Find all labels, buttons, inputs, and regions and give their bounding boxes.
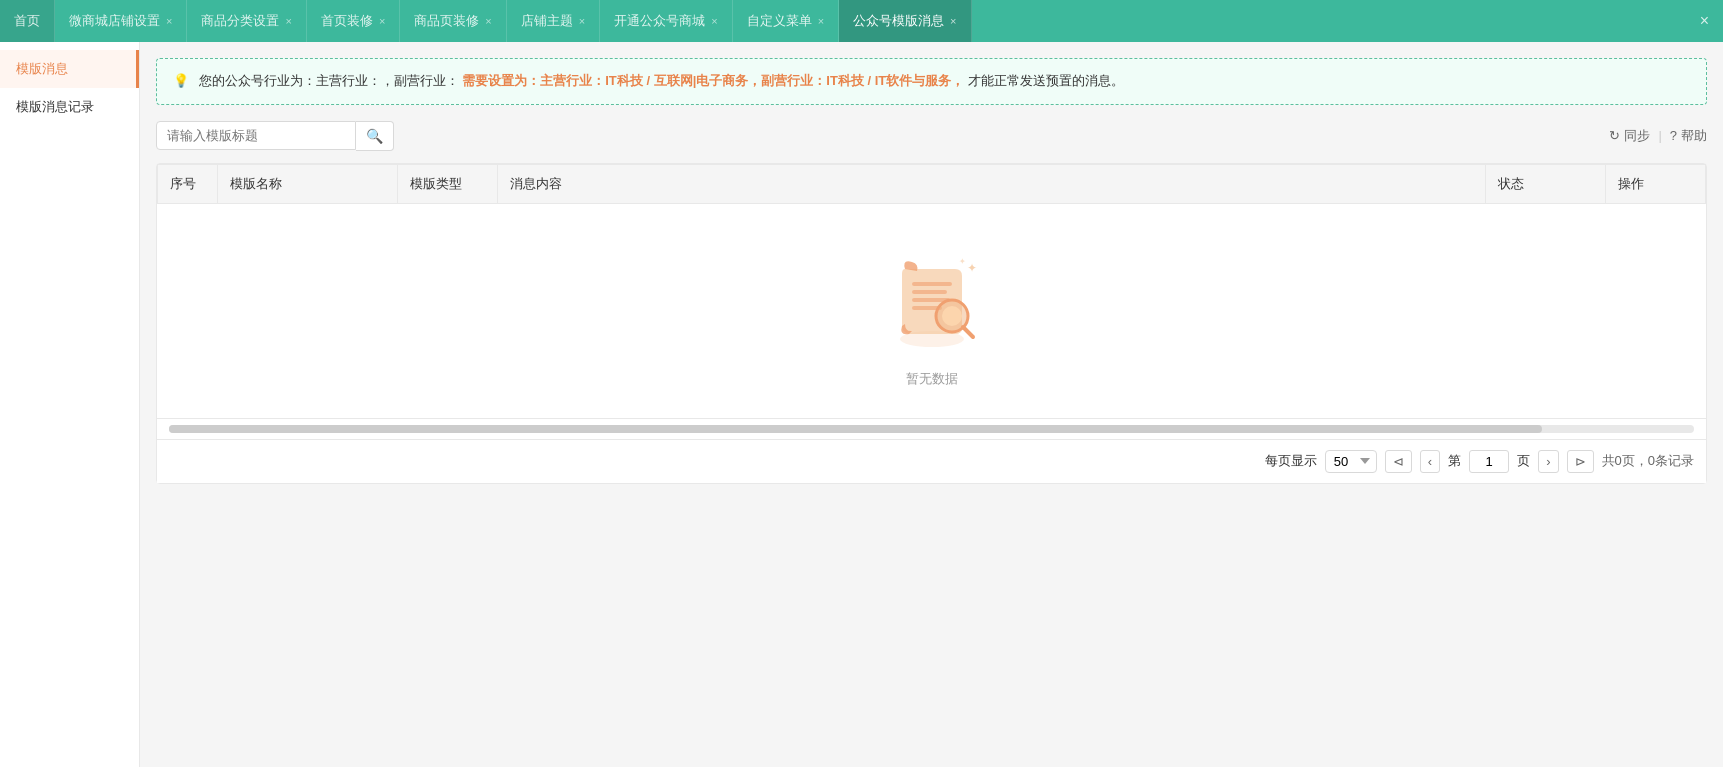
search-bar: 🔍 ↻ 同步 | ? 帮助 (156, 121, 1707, 151)
search-button[interactable]: 🔍 (356, 121, 394, 151)
nav-tab-home-decoration[interactable]: 首页装修 × (307, 0, 400, 42)
nav-tab-home[interactable]: 首页 (0, 0, 55, 42)
sidebar-item-template-message-record[interactable]: 模版消息记录 (0, 88, 139, 126)
search-input[interactable] (156, 121, 356, 150)
svg-rect-2 (912, 290, 947, 294)
svg-text:✦: ✦ (967, 261, 977, 275)
col-header-type: 模版类型 (398, 164, 498, 203)
nav-tab-open-mall[interactable]: 开通公众号商城 × (600, 0, 732, 42)
notice-box: 💡 您的公众号行业为：主营行业：，副营行业： 需要设置为：主营行业：IT科技 /… (156, 58, 1707, 105)
per-page-label: 每页显示 (1265, 452, 1317, 470)
page-total: 共0页，0条记录 (1602, 452, 1694, 470)
prev-page-button[interactable]: ‹ (1420, 450, 1440, 473)
close-icon[interactable]: × (485, 15, 491, 27)
refresh-icon: ↻ (1609, 128, 1620, 143)
search-right: ↻ 同步 | ? 帮助 (1609, 127, 1707, 145)
close-icon[interactable]: × (166, 15, 172, 27)
last-page-button[interactable]: ⊳ (1567, 450, 1594, 473)
pagination: 每页显示 50 10 20 100 ⊲ ‹ 第 页 › ⊳ 共0页，0条记录 (157, 439, 1706, 483)
close-icon[interactable]: × (711, 15, 717, 27)
scroll-track[interactable] (169, 425, 1694, 433)
search-icon: 🔍 (366, 128, 383, 144)
col-header-status: 状态 (1486, 164, 1606, 203)
close-icon[interactable]: × (579, 15, 585, 27)
close-icon[interactable]: × (285, 15, 291, 27)
scroll-bar-area (157, 418, 1706, 439)
table-header-row: 序号 模版名称 模版类型 消息内容 状态 操作 (158, 164, 1706, 203)
divider: | (1658, 128, 1661, 143)
col-header-name: 模版名称 (218, 164, 398, 203)
col-header-action: 操作 (1606, 164, 1706, 203)
top-nav: 首页 微商城店铺设置 × 商品分类设置 × 首页装修 × 商品页装修 × 店铺主… (0, 0, 1723, 42)
nav-tab-store-theme[interactable]: 店铺主题 × (507, 0, 600, 42)
main-layout: 模版消息 模版消息记录 💡 您的公众号行业为：主营行业：，副营行业： 需要设置为… (0, 42, 1723, 767)
data-table: 序号 模版名称 模版类型 消息内容 状态 操作 (157, 164, 1706, 418)
nav-tab-custom-menu[interactable]: 自定义菜单 × (733, 0, 839, 42)
nav-tab-category-settings[interactable]: 商品分类设置 × (187, 0, 306, 42)
svg-text:✦: ✦ (959, 257, 966, 266)
col-header-content: 消息内容 (498, 164, 1486, 203)
empty-state: ✦ ✦ 暂无数据 (158, 204, 1706, 418)
close-icon[interactable]: × (950, 15, 956, 27)
empty-illustration: ✦ ✦ (877, 244, 987, 354)
next-page-button[interactable]: › (1538, 450, 1558, 473)
page-input[interactable] (1469, 450, 1509, 473)
sync-button[interactable]: ↻ 同步 (1609, 127, 1650, 145)
search-left: 🔍 (156, 121, 394, 151)
table-container: 序号 模版名称 模版类型 消息内容 状态 操作 (156, 163, 1707, 484)
svg-rect-1 (912, 282, 952, 286)
empty-text: 暂无数据 (906, 370, 958, 388)
close-icon[interactable]: × (379, 15, 385, 27)
nav-tab-product-decoration[interactable]: 商品页装修 × (400, 0, 506, 42)
sidebar: 模版消息 模版消息记录 (0, 42, 140, 767)
per-page-select[interactable]: 50 10 20 100 (1325, 450, 1377, 473)
page-prefix: 第 (1448, 452, 1461, 470)
nav-tab-template-message[interactable]: 公众号模版消息 × (839, 0, 971, 42)
global-close-button[interactable]: × (1686, 0, 1723, 42)
svg-line-7 (963, 327, 973, 337)
col-header-index: 序号 (158, 164, 218, 203)
page-suffix: 页 (1517, 452, 1530, 470)
close-icon[interactable]: × (818, 15, 824, 27)
content-area: 💡 您的公众号行业为：主营行业：，副营行业： 需要设置为：主营行业：IT科技 /… (140, 42, 1723, 767)
nav-tab-store-settings[interactable]: 微商城店铺设置 × (55, 0, 187, 42)
first-page-button[interactable]: ⊲ (1385, 450, 1412, 473)
notice-icon: 💡 (173, 73, 189, 88)
svg-point-6 (942, 306, 962, 326)
sidebar-item-template-message[interactable]: 模版消息 (0, 50, 139, 88)
scroll-thumb[interactable] (169, 425, 1542, 433)
empty-row: ✦ ✦ 暂无数据 (158, 203, 1706, 418)
notice-highlight: 需要设置为：主营行业：IT科技 / 互联网|电子商务，副营行业：IT科技 / I… (462, 73, 964, 88)
help-icon: ? (1670, 128, 1677, 143)
help-button[interactable]: ? 帮助 (1670, 127, 1707, 145)
